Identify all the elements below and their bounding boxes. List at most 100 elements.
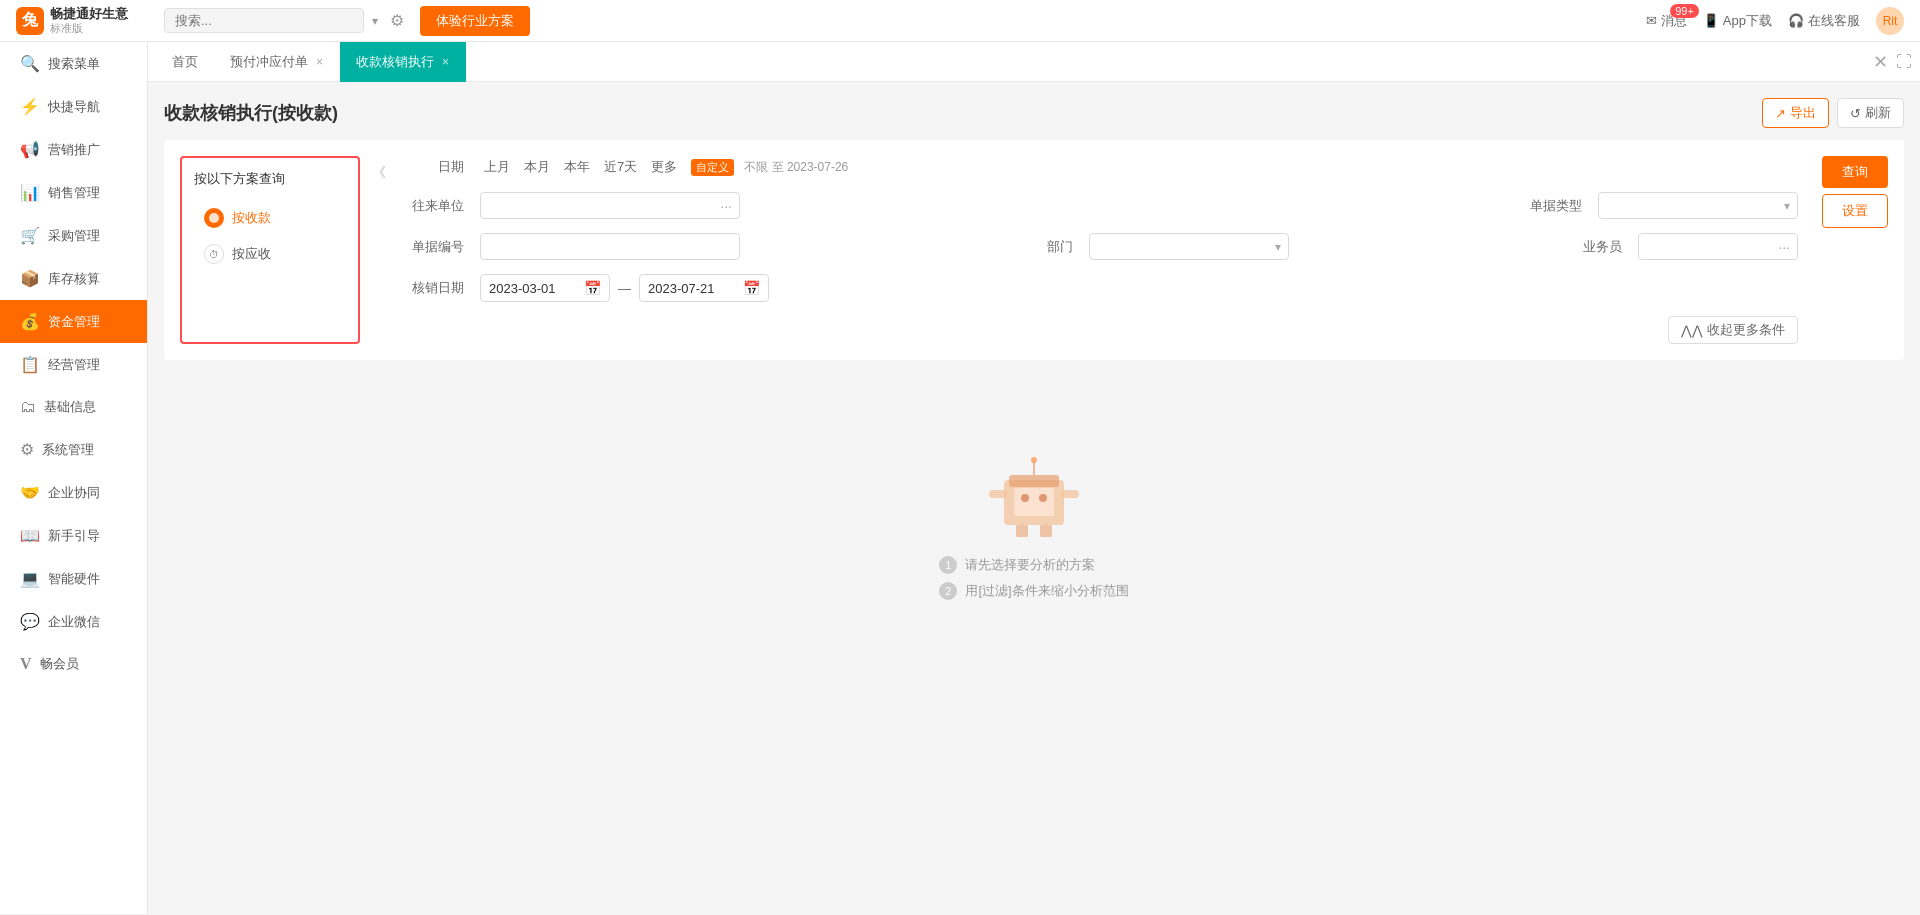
staff-dots-icon[interactable]: ··· xyxy=(1778,239,1790,255)
filter-option-by-receipt[interactable]: 按收款 xyxy=(194,200,346,236)
phone-icon: 📱 xyxy=(1703,13,1719,28)
dept-select-wrapper: ▾ xyxy=(1089,233,1289,260)
counterpart-input-wrapper: ··· xyxy=(480,192,740,219)
layout: 🔍 搜索菜单 ⚡ 快捷导航 📢 营销推广 📊 销售管理 🛒 采购管理 📦 库存核… xyxy=(0,42,1920,915)
sidebar-label-inventory: 库存核算 xyxy=(48,270,100,288)
query-buttons: 查询 设置 xyxy=(1822,156,1888,228)
refresh-icon: ↺ xyxy=(1850,106,1861,121)
doc-no-input[interactable] xyxy=(480,233,740,260)
tab-receipt-label: 收款核销执行 xyxy=(356,53,434,71)
sidebar-item-sales[interactable]: 📊 销售管理 xyxy=(0,171,147,214)
date-btn-7days[interactable]: 近7天 xyxy=(600,156,641,178)
tab-home[interactable]: 首页 xyxy=(156,42,214,82)
message-btn[interactable]: ✉ 消息 99+ xyxy=(1646,12,1687,30)
counterpart-input[interactable] xyxy=(480,192,740,219)
empty-tip-1: 1 请先选择要分析的方案 xyxy=(939,556,1128,574)
sidebar-item-inventory[interactable]: 📦 库存核算 xyxy=(0,257,147,300)
query-button[interactable]: 查询 xyxy=(1822,156,1888,188)
app-download-btn[interactable]: 📱 App下载 xyxy=(1703,12,1772,30)
settings-icon[interactable]: ⚙ xyxy=(390,11,404,30)
filter-option-by-receivable[interactable]: ⏱ 按应收 xyxy=(194,236,346,272)
headset-icon: 🎧 xyxy=(1788,13,1804,28)
staff-label: 业务员 xyxy=(1562,238,1622,256)
sidebar-item-hardware[interactable]: 💻 智能硬件 xyxy=(0,557,147,600)
doc-type-label: 单据类型 xyxy=(1522,197,1582,215)
calendar-end-icon: 📅 xyxy=(743,280,760,296)
search-dropdown-icon[interactable]: ▾ xyxy=(372,14,378,28)
sidebar-item-enterprise[interactable]: 🤝 企业协同 xyxy=(0,471,147,514)
svg-rect-3 xyxy=(1014,488,1054,516)
sidebar-item-system[interactable]: ⚙ 系统管理 xyxy=(0,428,147,471)
export-label: 导出 xyxy=(1790,104,1816,122)
main-content: 首页 预付冲应付单 × 收款核销执行 × ✕ ⛶ 收款核销执行(按收款) xyxy=(148,42,1920,915)
verify-date-label: 核销日期 xyxy=(404,279,464,297)
filter-counterpart-row: 往来单位 ··· 单据类型 xyxy=(404,192,1798,219)
solution-button[interactable]: 体验行业方案 xyxy=(420,6,530,36)
tab-bar-right: ✕ ⛶ xyxy=(1873,51,1912,73)
receipt-option-icon xyxy=(204,208,224,228)
sidebar-item-member[interactable]: V 畅会员 xyxy=(0,643,147,685)
sidebar-item-guide[interactable]: 📖 新手引导 xyxy=(0,514,147,557)
sidebar-item-basic[interactable]: 🗂 基础信息 xyxy=(0,386,147,428)
verify-date-end-text: 2023-07-21 xyxy=(648,281,715,296)
filter-section-title: 按以下方案查询 xyxy=(194,170,346,188)
sidebar-item-purchase[interactable]: 🛒 采购管理 xyxy=(0,214,147,257)
tab-receipt-close[interactable]: × xyxy=(442,55,449,69)
tab-prepay[interactable]: 预付冲应付单 × xyxy=(214,42,340,82)
date-btn-this-year[interactable]: 本年 xyxy=(560,156,594,178)
tab-bar: 首页 预付冲应付单 × 收款核销执行 × ✕ ⛶ xyxy=(148,42,1920,82)
tab-home-label: 首页 xyxy=(172,53,198,71)
export-icon: ↗ xyxy=(1775,106,1786,121)
message-icon: ✉ xyxy=(1646,13,1657,28)
collapse-more-button[interactable]: ⋀⋀ 收起更多条件 xyxy=(1668,316,1798,344)
tip-num-2: 2 xyxy=(939,582,957,600)
date-btn-this-month[interactable]: 本月 xyxy=(520,156,554,178)
sidebar-item-wechat[interactable]: 💬 企业微信 xyxy=(0,600,147,643)
setting-button[interactable]: 设置 xyxy=(1822,194,1888,228)
counterpart-dots-icon[interactable]: ··· xyxy=(720,198,732,214)
tab-close-all-icon[interactable]: ✕ xyxy=(1873,51,1888,73)
date-custom-tag: 自定义 xyxy=(691,159,734,176)
online-service-btn[interactable]: 🎧 在线客服 xyxy=(1788,12,1860,30)
sidebar-item-quick-nav[interactable]: ⚡ 快捷导航 xyxy=(0,85,147,128)
verify-date-start-text: 2023-03-01 xyxy=(489,281,556,296)
app-edition: 标准版 xyxy=(50,22,128,35)
sidebar-item-business[interactable]: 📋 经营管理 xyxy=(0,343,147,386)
date-btn-last-month[interactable]: 上月 xyxy=(480,156,514,178)
dept-select[interactable] xyxy=(1089,233,1289,260)
date-btn-more[interactable]: 更多 xyxy=(647,156,681,178)
tip-text-2: 用[过滤]条件来缩小分析范围 xyxy=(965,582,1128,600)
sidebar-item-finance[interactable]: 💰 资金管理 xyxy=(0,300,147,343)
filter-verify-date-row: 核销日期 2023-03-01 📅 — 2023-07-21 xyxy=(404,274,1798,302)
top-bar-right: ✉ 消息 99+ 📱 App下载 🎧 在线客服 Rit xyxy=(1646,7,1904,35)
filter-docno-row: 单据编号 部门 ▾ xyxy=(404,233,1798,260)
filter-left-panel: 按以下方案查询 按收款 ⏱ 按应收 xyxy=(180,156,360,344)
sidebar-item-marketing[interactable]: 📢 营销推广 xyxy=(0,128,147,171)
tab-prepay-close[interactable]: × xyxy=(316,55,323,69)
finance-icon: 💰 xyxy=(20,312,40,331)
receivable-option-icon: ⏱ xyxy=(204,244,224,264)
date-range-text: 不限 至 2023-07-26 xyxy=(744,159,848,176)
verify-date-end-input[interactable]: 2023-07-21 📅 xyxy=(639,274,769,302)
avatar[interactable]: Rit xyxy=(1876,7,1904,35)
staff-input[interactable] xyxy=(1638,233,1798,260)
tab-expand-icon[interactable]: ⛶ xyxy=(1896,53,1912,71)
sidebar-label-hardware: 智能硬件 xyxy=(48,570,100,588)
filter-option-receipt-label: 按收款 xyxy=(232,209,271,227)
svg-point-4 xyxy=(1021,494,1029,502)
filter-option-receivable-label: 按应收 xyxy=(232,245,271,263)
online-service-label: 在线客服 xyxy=(1808,12,1860,30)
collapse-more-area: ⋀⋀ 收起更多条件 xyxy=(404,316,1798,344)
doc-type-select[interactable] xyxy=(1598,192,1798,219)
export-button[interactable]: ↗ 导出 xyxy=(1762,98,1829,128)
staff-input-wrapper: ··· xyxy=(1638,233,1798,260)
tab-receipt[interactable]: 收款核销执行 × xyxy=(340,42,466,82)
refresh-button[interactable]: ↺ 刷新 xyxy=(1837,98,1904,128)
app-name: 畅捷通好生意 xyxy=(50,6,128,22)
sidebar-item-search-menu[interactable]: 🔍 搜索菜单 xyxy=(0,42,147,85)
sales-icon: 📊 xyxy=(20,183,40,202)
search-input[interactable] xyxy=(164,8,364,33)
sidebar-label-member: 畅会员 xyxy=(40,655,79,673)
verify-date-start-input[interactable]: 2023-03-01 📅 xyxy=(480,274,610,302)
collapse-filter-btn[interactable]: 《 xyxy=(372,156,392,344)
